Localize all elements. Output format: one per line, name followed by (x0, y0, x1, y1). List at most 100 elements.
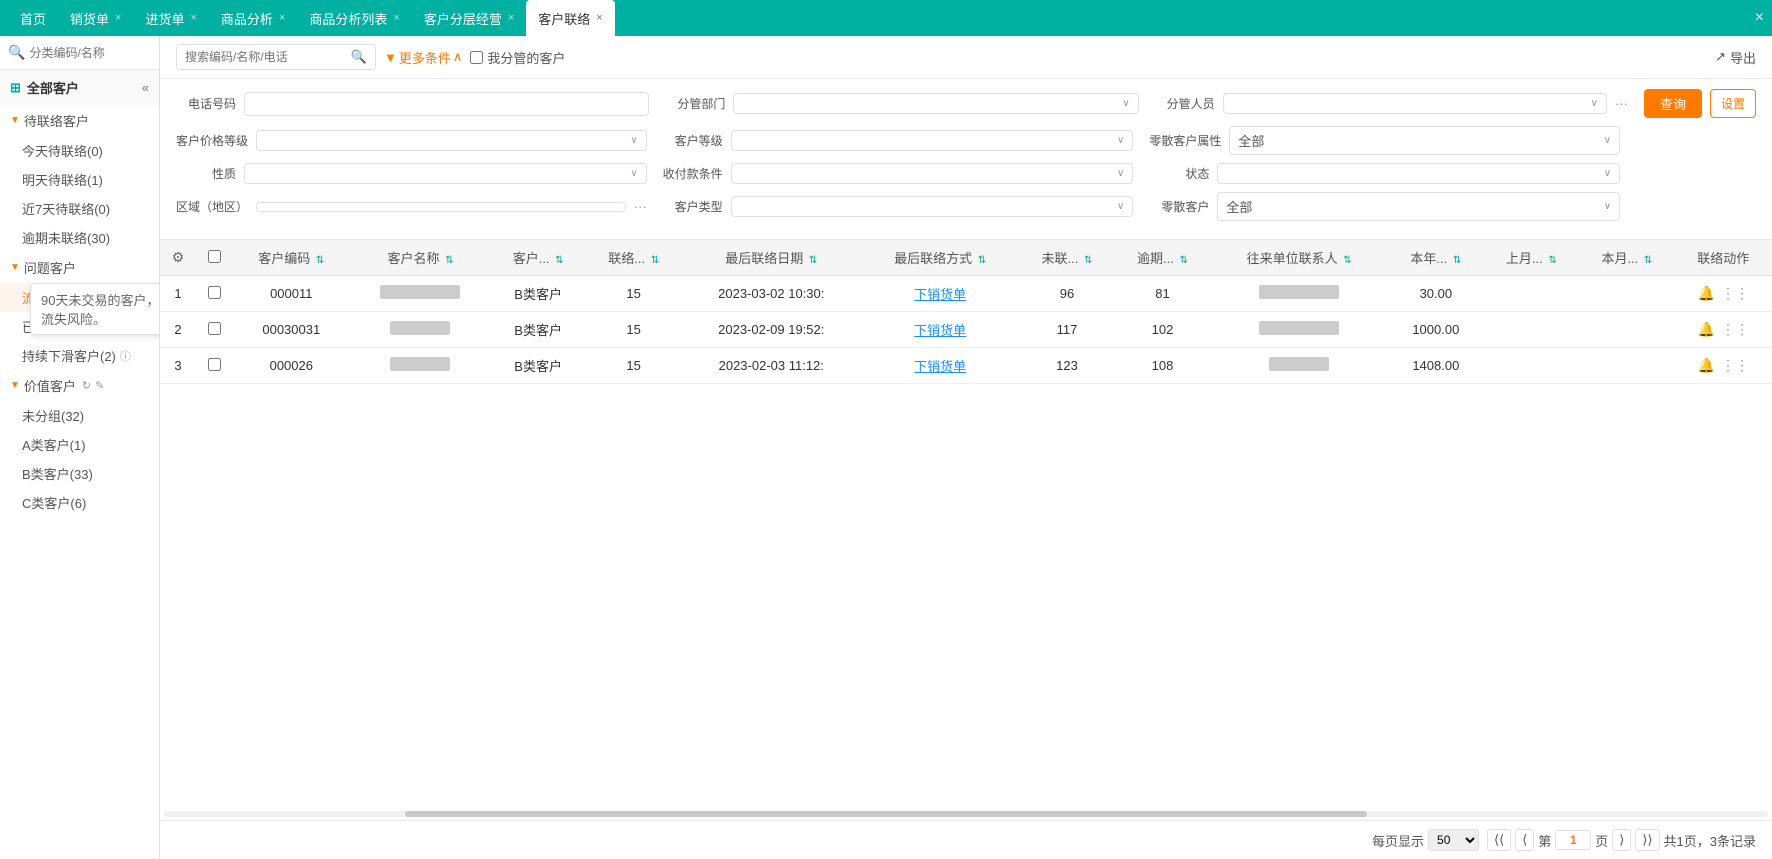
row3-checkbox[interactable] (196, 348, 232, 384)
sidebar-item-declining[interactable]: 持续下滑客户(2) ⓘ (0, 341, 159, 370)
col-overdue[interactable]: 逾期... ⇅ (1115, 240, 1211, 276)
col-type[interactable]: 客户... ⇅ (490, 240, 586, 276)
tab-analysis-list-close[interactable]: × (393, 12, 399, 24)
customer-level-select[interactable]: ∨ (731, 130, 1134, 151)
tab-customer-tier-close[interactable]: × (508, 12, 514, 24)
row2-contact-icon[interactable]: 🔔 (1698, 321, 1715, 338)
sidebar-item-overdue[interactable]: 逾期未联络(30) (0, 223, 159, 252)
retail-attr-select[interactable]: 全部 ∨ (1229, 126, 1620, 155)
col-name[interactable]: 客户名称 ⇅ (351, 240, 491, 276)
row3-check[interactable] (208, 358, 221, 371)
status-select[interactable]: ∨ (1217, 163, 1620, 184)
tab-purchase-close[interactable]: × (190, 12, 196, 24)
row1-checkbox[interactable] (196, 276, 232, 312)
tab-analysis[interactable]: 商品分析 × (209, 0, 297, 36)
field-payment: 收付款条件 ∨ (663, 163, 1134, 184)
more-conditions-btn[interactable]: ▼ 更多条件 ∧ (384, 48, 462, 67)
payment-select[interactable]: ∨ (731, 163, 1134, 184)
close-all-button[interactable]: × (1755, 9, 1764, 27)
query-button[interactable]: 查询 (1644, 89, 1702, 118)
row3-more-icon[interactable]: ⋮⋮ (1721, 357, 1749, 374)
customer-type-select[interactable]: ∨ (731, 196, 1134, 217)
sidebar-item-7days[interactable]: 近7天待联络(0) (0, 194, 159, 223)
row1-check[interactable] (208, 286, 221, 299)
my-customers-check[interactable] (470, 51, 483, 64)
search-box[interactable]: 🔍 (176, 44, 376, 70)
row1-contact-icon[interactable]: 🔔 (1698, 285, 1715, 302)
sidebar-item-class-c[interactable]: C类客户(6) (0, 488, 159, 517)
row3-contact-icon[interactable]: 🔔 (1698, 357, 1715, 374)
settings-button[interactable]: 设置 (1710, 89, 1756, 118)
sidebar-item-today[interactable]: 今天待联络(0) (0, 136, 159, 165)
row2-more-icon[interactable]: ⋮⋮ (1721, 321, 1749, 338)
row2-method-link[interactable]: 下销货单 (914, 323, 966, 338)
page-input[interactable] (1555, 830, 1591, 850)
settings-icon[interactable]: ⚙ (172, 249, 185, 265)
row1-last-method[interactable]: 下销货单 (861, 276, 1019, 312)
sidebar-all-customers[interactable]: ⊞ 全部客户 « (0, 70, 159, 105)
col-settings[interactable]: ⚙ (160, 240, 196, 276)
sidebar-item-class-b[interactable]: B类客户(33) (0, 459, 159, 488)
first-page-btn[interactable]: ⟨⟨ (1487, 829, 1511, 851)
search-icon[interactable]: 🔍 (351, 49, 367, 65)
col-contacts[interactable]: 往来单位联系人 ⇅ (1210, 240, 1388, 276)
col-this-year[interactable]: 本年... ⇅ (1388, 240, 1484, 276)
col-code[interactable]: 客户编码 ⇅ (232, 240, 351, 276)
scrollbar-thumb[interactable] (405, 811, 1367, 817)
tab-customer-tier[interactable]: 客户分层经营 × (412, 0, 526, 36)
row2-check[interactable] (208, 322, 221, 335)
row3-last-method[interactable]: 下销货单 (861, 348, 1019, 384)
region-more-dots[interactable]: ··· (634, 199, 647, 214)
tab-analysis-list[interactable]: 商品分析列表 × (297, 0, 411, 36)
sidebar-search-box[interactable]: 🔍 (0, 36, 159, 70)
tab-home[interactable]: 首页 (8, 0, 58, 36)
per-page-select[interactable]: 50 100 (1428, 829, 1479, 851)
row1-method-link[interactable]: 下销货单 (914, 287, 966, 302)
last-page-btn[interactable]: ⟩⟩ (1635, 829, 1659, 851)
dept-select[interactable]: ∨ (733, 93, 1138, 114)
tab-analysis-close[interactable]: × (279, 12, 285, 24)
row2-last-method[interactable]: 下销货单 (861, 312, 1019, 348)
manager-more-dots[interactable]: ··· (1615, 96, 1628, 111)
col-this-month[interactable]: 本月... ⇅ (1579, 240, 1675, 276)
col-last-date[interactable]: 最后联络日期 ⇅ (681, 240, 861, 276)
col-last-month[interactable]: 上月... ⇅ (1484, 240, 1580, 276)
region-select[interactable] (256, 202, 626, 212)
search-input[interactable] (185, 50, 351, 64)
sidebar-item-tomorrow[interactable]: 明天待联络(1) (0, 165, 159, 194)
row3-method-link[interactable]: 下销货单 (914, 359, 966, 374)
tab-purchase[interactable]: 进货单 × (133, 0, 208, 36)
export-button[interactable]: ↗ 导出 (1715, 48, 1756, 67)
arrow-icon-3: ▼ (10, 380, 20, 391)
row2-checkbox[interactable] (196, 312, 232, 348)
next-page-btn[interactable]: ⟩ (1612, 829, 1631, 851)
col-checkbox[interactable] (196, 240, 232, 276)
refresh-icon[interactable]: ↻ (82, 379, 91, 392)
col-last-method[interactable]: 最后联络方式 ⇅ (861, 240, 1019, 276)
tab-customer-contact[interactable]: 客户联络 × (526, 0, 614, 36)
tab-sales[interactable]: 销货单 × (58, 0, 133, 36)
retail-customer-select[interactable]: 全部 ∨ (1217, 192, 1620, 221)
price-level-select[interactable]: ∨ (256, 130, 647, 151)
row1-more-icon[interactable]: ⋮⋮ (1721, 285, 1749, 302)
tab-sales-close[interactable]: × (115, 12, 121, 24)
col-uncontacted[interactable]: 未联... ⇅ (1019, 240, 1115, 276)
select-all-checkbox[interactable] (208, 250, 221, 263)
group-value-customers-title[interactable]: ▼ 价值客户 ↻ ✎ (0, 370, 159, 401)
horizontal-scrollbar[interactable] (160, 808, 1772, 820)
nature-select[interactable]: ∨ (244, 163, 647, 184)
col-contact-count[interactable]: 联络... ⇅ (586, 240, 682, 276)
manager-select[interactable]: ∨ (1223, 93, 1607, 114)
collapse-icon[interactable]: « (142, 80, 149, 95)
group-problem-customers-title[interactable]: ▼ 问题客户 (0, 252, 159, 283)
tab-customer-contact-close[interactable]: × (596, 12, 602, 24)
sidebar-item-ungrouped[interactable]: 未分组(32) (0, 401, 159, 430)
sidebar-search-input[interactable] (29, 46, 151, 60)
group-pending-contact-title[interactable]: ▼ 待联络客户 (0, 105, 159, 136)
phone-input[interactable] (244, 92, 649, 116)
sidebar-item-class-a[interactable]: A类客户(1) (0, 430, 159, 459)
my-customers-checkbox[interactable]: 我分管的客户 (470, 48, 565, 67)
col-action-label: 联络动作 (1697, 251, 1749, 266)
prev-page-btn[interactable]: ⟨ (1515, 829, 1534, 851)
edit-icon[interactable]: ✎ (95, 379, 104, 392)
